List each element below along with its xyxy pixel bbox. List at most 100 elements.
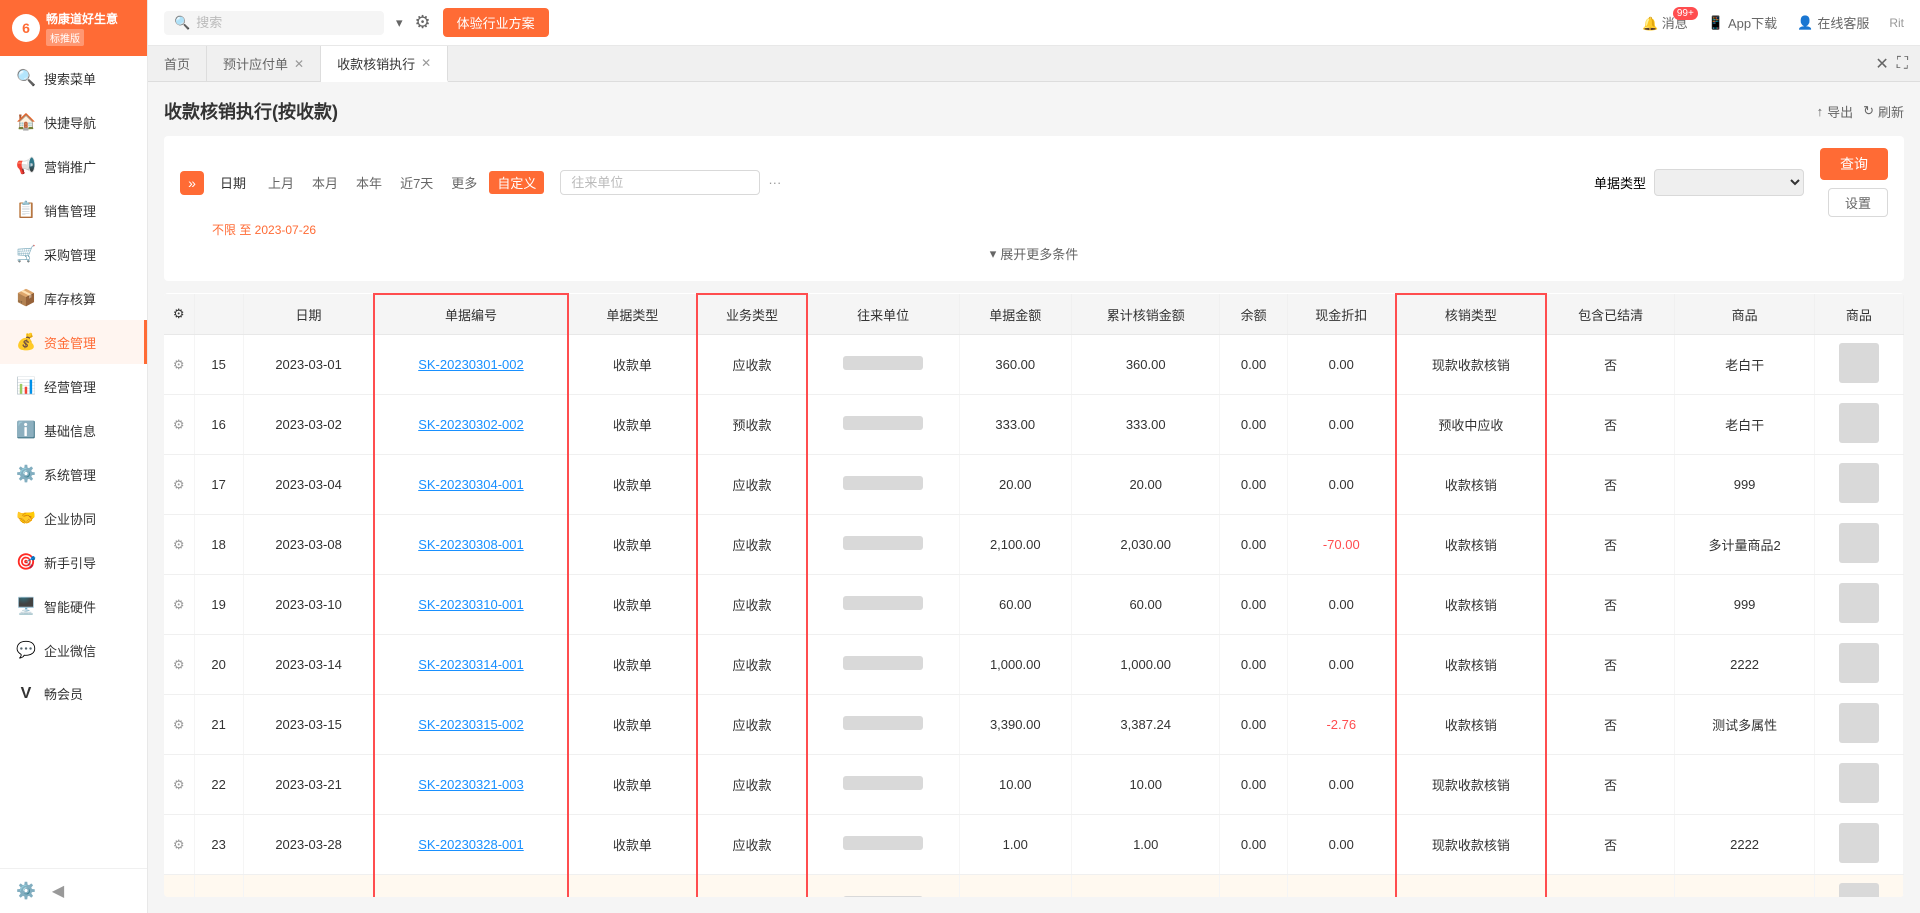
dropdown-icon: ▾ (396, 15, 403, 31)
th-settings[interactable]: ⚙ (164, 294, 194, 335)
doc-no-link[interactable]: SK-20230314-001 (418, 657, 524, 672)
expand-more-btn[interactable]: ▾ 展开更多条件 (180, 238, 1888, 269)
search-icon: 🔍 (16, 68, 36, 88)
search-bar[interactable]: 🔍 (164, 11, 384, 35)
tab-payable[interactable]: 预计应付单 ✕ (207, 46, 321, 82)
settings-button[interactable]: 设置 (1828, 188, 1888, 217)
cell-biz-type: 应收款 (697, 815, 806, 875)
date-btn-7days[interactable]: 近7天 (394, 171, 439, 194)
sidebar-item-wechat[interactable]: 💬 企业微信 (0, 628, 147, 672)
table-wrapper[interactable]: ⚙ 日期 单据编号 单据类型 业务类型 往来单位 单据金额 累计核销金额 余额 … (164, 293, 1904, 897)
hardware-icon: 🖥️ (16, 596, 36, 616)
cell-date: 2023-03-28 (243, 815, 374, 875)
cell-biz-type: 应收款 (697, 695, 806, 755)
cell-settings[interactable]: ⚙ (164, 695, 194, 755)
finance-icon: 💰 (16, 332, 36, 352)
settings-bottom-icon[interactable]: ⚙️ (16, 881, 36, 901)
sidebar-item-enterprise[interactable]: 🤝 企业协同 (0, 496, 147, 540)
tab-home[interactable]: 首页 (148, 46, 207, 82)
tab-receipt-close[interactable]: ✕ (421, 56, 431, 70)
cell-row-no: 23 (194, 815, 243, 875)
sidebar-item-shortcut[interactable]: 🏠 快捷导航 (0, 100, 147, 144)
app-icon: 📱 (1708, 15, 1724, 31)
service-icon: 👤 (1797, 15, 1813, 31)
notification-btn[interactable]: 🔔 消息 99+ (1642, 13, 1688, 32)
tab-payable-close[interactable]: ✕ (294, 57, 304, 71)
cell-settings[interactable]: ⚙ (164, 815, 194, 875)
cell-verify-type: 现款收款核销 (1396, 335, 1546, 395)
cell-settings[interactable]: ⚙ (164, 455, 194, 515)
cell-product2 (1814, 515, 1903, 575)
cell-include-settled: 否 (1546, 875, 1675, 898)
sidebar-item-marketing[interactable]: 📢 营销推广 (0, 144, 147, 188)
sidebar-item-basic[interactable]: ℹ️ 基础信息 (0, 408, 147, 452)
sidebar-item-guide[interactable]: 🎯 新手引导 (0, 540, 147, 584)
cell-amount: 1.00 (959, 815, 1071, 875)
doc-no-link[interactable]: SK-20230315-002 (418, 717, 524, 732)
doc-type-select[interactable] (1654, 169, 1804, 196)
date-btn-last-month[interactable]: 上月 (262, 171, 300, 194)
sidebar-item-label: 智能硬件 (44, 597, 96, 616)
tab-expand-btn[interactable]: ⛶ (1897, 55, 1908, 73)
sidebar-item-purchase[interactable]: 🛒 采购管理 (0, 232, 147, 276)
cell-settings[interactable]: ⚙ (164, 875, 194, 898)
solution-button[interactable]: 体验行业方案 (443, 8, 549, 37)
cell-product2 (1814, 755, 1903, 815)
cell-amount: 3,390.00 (959, 695, 1071, 755)
collapse-icon[interactable]: ◀ (52, 881, 64, 901)
date-btn-this-month[interactable]: 本月 (306, 171, 344, 194)
partner-input[interactable] (560, 170, 760, 195)
doc-no-link[interactable]: SK-20230304-001 (418, 477, 524, 492)
cell-discount: 0.00 (1287, 755, 1396, 815)
doc-no-link[interactable]: SK-20230302-002 (418, 417, 524, 432)
search-input[interactable] (196, 15, 336, 30)
sidebar-item-finance[interactable]: 💰 资金管理 (0, 320, 147, 364)
cell-settings[interactable]: ⚙ (164, 635, 194, 695)
sidebar-item-operations[interactable]: 📊 经营管理 (0, 364, 147, 408)
sidebar-item-label: 营销推广 (44, 157, 96, 176)
app-download-btn[interactable]: 📱 App下载 (1708, 13, 1777, 32)
page-actions: ↑ 导出 ↻ 刷新 (1817, 102, 1904, 121)
cell-product: 老白干 (1675, 335, 1814, 395)
service-btn[interactable]: 👤 在线客服 (1797, 13, 1869, 32)
tab-close-all-btn[interactable]: ✕ (1875, 54, 1888, 74)
member-icon: V (16, 685, 36, 703)
doc-no-link[interactable]: SK-20230308-001 (418, 537, 524, 552)
sidebar-item-system[interactable]: ⚙️ 系统管理 (0, 452, 147, 496)
cell-settings[interactable]: ⚙ (164, 755, 194, 815)
sidebar-item-search[interactable]: 🔍 搜索菜单 (0, 56, 147, 100)
cell-partner (807, 755, 959, 815)
cell-verify-type: 收款核销 (1396, 575, 1546, 635)
sidebar-item-sales[interactable]: 📋 销售管理 (0, 188, 147, 232)
cell-settings[interactable]: ⚙ (164, 395, 194, 455)
export-btn[interactable]: ↑ 导出 (1817, 102, 1854, 121)
refresh-btn[interactable]: ↻ 刷新 (1863, 102, 1904, 121)
doc-no-link[interactable]: SK-20230328-001 (418, 837, 524, 852)
cell-settings[interactable]: ⚙ (164, 575, 194, 635)
th-doc-no: 单据编号 (374, 294, 567, 335)
sidebar-item-member[interactable]: V 畅会员 (0, 672, 147, 715)
sidebar-item-hardware[interactable]: 🖥️ 智能硬件 (0, 584, 147, 628)
date-btn-more[interactable]: 更多 (445, 171, 483, 194)
query-button[interactable]: 查询 (1820, 148, 1888, 180)
cell-verify-type: 收款核销 (1396, 455, 1546, 515)
sidebar-item-inventory[interactable]: 📦 库存核算 (0, 276, 147, 320)
doc-no-link[interactable]: SK-20230321-003 (418, 777, 524, 792)
cell-row-no: 24 (194, 875, 243, 898)
filter-collapse-btn[interactable]: » (180, 171, 204, 195)
date-btn-custom[interactable]: 自定义 (489, 171, 544, 194)
doc-no-link[interactable]: SK-20230310-001 (418, 597, 524, 612)
doc-no-link[interactable]: SK-20230301-002 (418, 357, 524, 372)
cell-doc-type: 收款单 (568, 395, 698, 455)
dropdown-toggle[interactable]: ▾ (396, 15, 403, 31)
cell-partner (807, 395, 959, 455)
date-btn-this-year[interactable]: 本年 (350, 171, 388, 194)
tab-home-label: 首页 (164, 54, 190, 73)
cell-settings[interactable]: ⚙ (164, 515, 194, 575)
cell-product: 2222 (1675, 635, 1814, 695)
gear-btn[interactable]: ⚙ (415, 12, 431, 33)
tab-receipt-verify[interactable]: 收款核销执行 ✕ (321, 46, 448, 82)
cell-settings[interactable]: ⚙ (164, 335, 194, 395)
cell-amount: 1,000.00 (959, 635, 1071, 695)
home-icon: 🏠 (16, 112, 36, 132)
